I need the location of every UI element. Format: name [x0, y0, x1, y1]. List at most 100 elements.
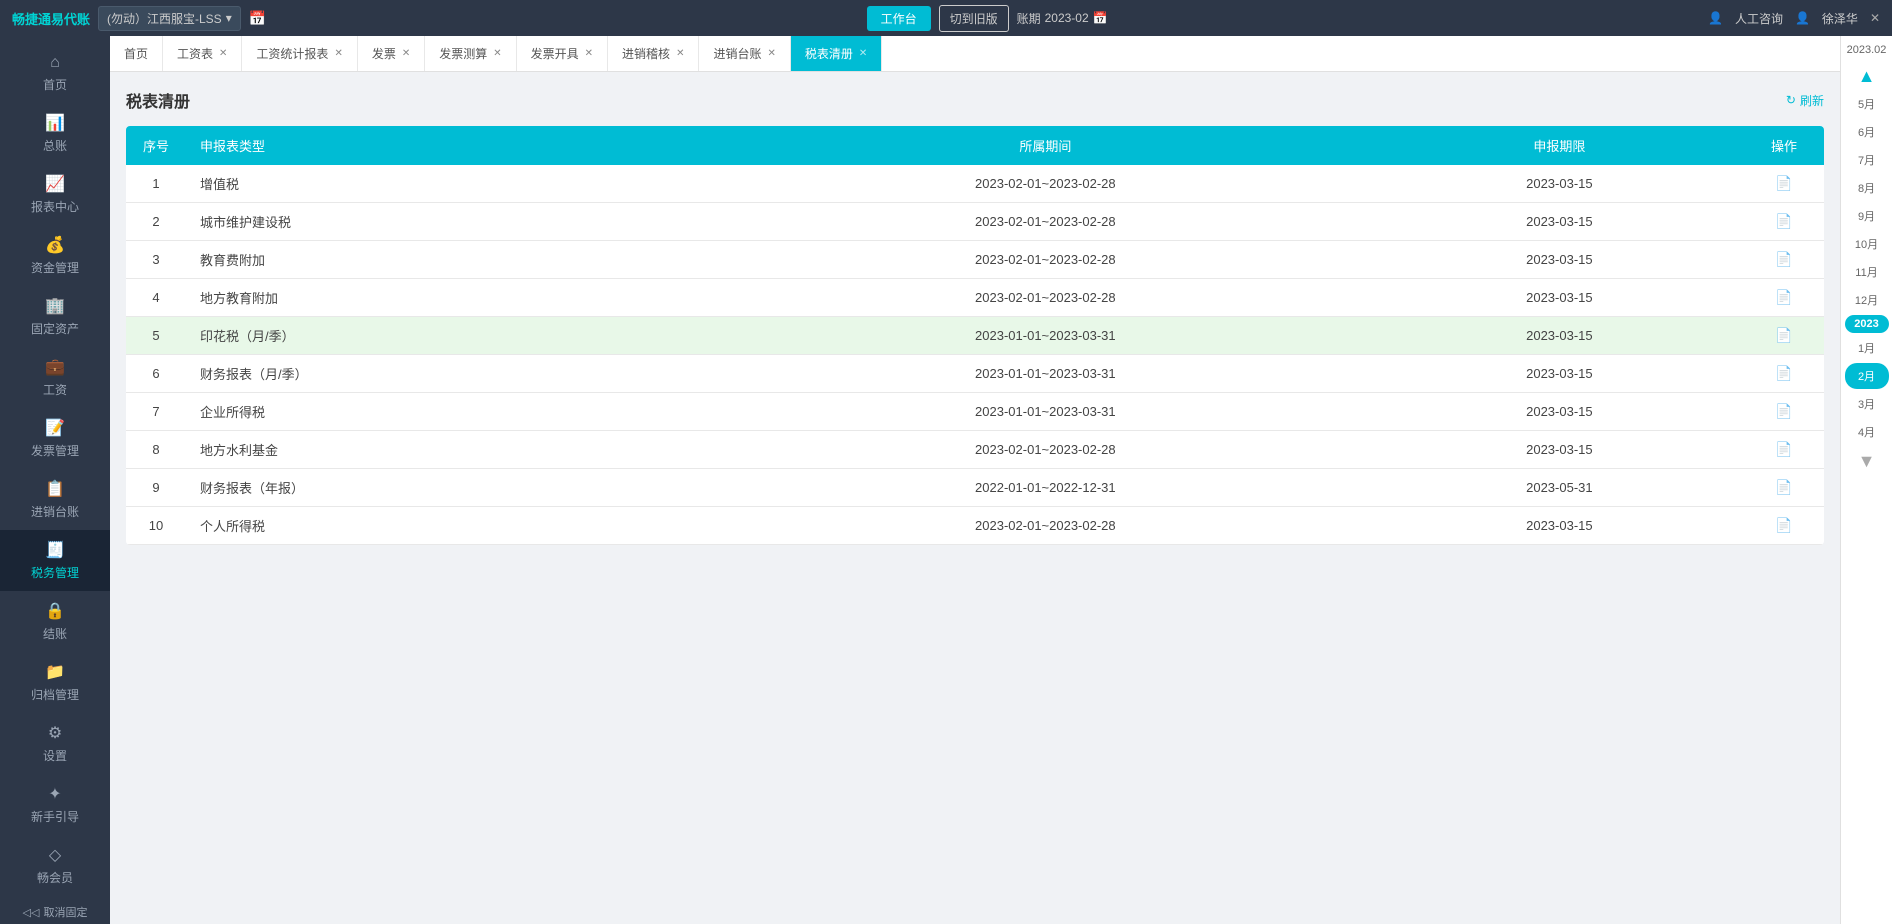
action-icon[interactable]: 📄 — [1775, 175, 1792, 191]
cell-action: 📄 — [1744, 431, 1824, 469]
sidebar-item-vip[interactable]: ◇ 畅会员 — [0, 835, 110, 896]
tab-salary-report-label: 工资统计报表 — [256, 45, 328, 62]
scroll-up-button[interactable]: ▲ — [1858, 66, 1876, 87]
timeline-month[interactable]: 1月 — [1845, 335, 1889, 361]
sidebar-item-archive[interactable]: 📁 归档管理 — [0, 652, 110, 713]
timeline-month[interactable]: 12月 — [1845, 287, 1889, 313]
sidebar-item-reconcile[interactable]: 📋 进销台账 — [0, 469, 110, 530]
sidebar-item-invoice[interactable]: 📝 发票管理 — [0, 408, 110, 469]
tab-invoice-calc-close[interactable]: ✕ — [493, 48, 501, 59]
sidebar-item-guide[interactable]: ✦ 新手引导 — [0, 774, 110, 835]
action-icon[interactable]: 📄 — [1775, 365, 1792, 381]
timeline-month[interactable]: 5月 — [1845, 91, 1889, 117]
tab-invoice-calc[interactable]: 发票测算 ✕ — [425, 36, 516, 71]
table-row: 9 财务报表（年报） 2022-01-01~2022-12-31 2023-05… — [126, 469, 1824, 507]
sidebar-item-settings[interactable]: ⚙ 设置 — [0, 713, 110, 774]
tab-home[interactable]: 首页 — [110, 36, 163, 71]
tab-purchase-review[interactable]: 进销稽核 ✕ — [608, 36, 699, 71]
sidebar-item-assets[interactable]: 🏢 固定资产 — [0, 286, 110, 347]
tab-purchase-review-close[interactable]: ✕ — [676, 48, 684, 59]
window-close-icon[interactable]: ✕ — [1870, 11, 1880, 25]
cancel-fixed-button[interactable]: ◁◁ 取消固定 — [23, 896, 88, 924]
tab-invoice-open[interactable]: 发票开具 ✕ — [517, 36, 608, 71]
timeline-month[interactable]: 8月 — [1845, 175, 1889, 201]
tab-invoice[interactable]: 发票 ✕ — [358, 36, 425, 71]
tab-salary-report[interactable]: 工资统计报表 ✕ — [242, 36, 357, 71]
action-icon[interactable]: 📄 — [1775, 213, 1792, 229]
tab-tax-clear[interactable]: 税表清册 ✕ — [791, 36, 882, 71]
timeline-month[interactable]: 10月 — [1845, 231, 1889, 257]
action-icon[interactable]: 📄 — [1775, 517, 1792, 533]
sidebar-item-report[interactable]: 📈 报表中心 — [0, 164, 110, 225]
tab-salary[interactable]: 工资表 ✕ — [163, 36, 242, 71]
action-icon[interactable]: 📄 — [1775, 327, 1792, 343]
timeline-month[interactable]: 6月 — [1845, 119, 1889, 145]
scroll-down-button[interactable]: ▼ — [1858, 451, 1876, 472]
vip-icon: ◇ — [49, 845, 61, 865]
col-header-deadline: 申报期限 — [1375, 126, 1744, 165]
tab-invoice-open-label: 发票开具 — [531, 45, 579, 62]
refresh-button[interactable]: ↻ 刷新 — [1786, 92, 1824, 109]
table-row: 8 地方水利基金 2023-02-01~2023-02-28 2023-03-1… — [126, 431, 1824, 469]
cell-action: 📄 — [1744, 317, 1824, 355]
support-button[interactable]: 人工咨询 — [1735, 10, 1783, 27]
sidebar-label-tax: 税务管理 — [31, 564, 79, 581]
cell-no: 4 — [126, 279, 186, 317]
timeline-year[interactable]: 2023 — [1845, 315, 1889, 333]
tab-invoice-label: 发票 — [372, 45, 396, 62]
sidebar-bottom: ◁◁ 取消固定 — [23, 896, 88, 924]
cell-period: 2023-02-01~2023-02-28 — [716, 507, 1375, 545]
sidebar-label-invoice: 发票管理 — [31, 442, 79, 459]
timeline-month[interactable]: 9月 — [1845, 203, 1889, 229]
cell-deadline: 2023-03-15 — [1375, 165, 1744, 203]
tab-purchase-ledger-close[interactable]: ✕ — [767, 48, 775, 59]
timeline-month-active[interactable]: 2月 — [1845, 363, 1889, 389]
tax-icon: 🧾 — [45, 540, 65, 560]
action-icon[interactable]: 📄 — [1775, 251, 1792, 267]
cell-no: 3 — [126, 241, 186, 279]
tab-invoice-open-close[interactable]: ✕ — [585, 48, 593, 59]
sidebar-item-tax[interactable]: 🧾 税务管理 — [0, 530, 110, 591]
cell-action: 📄 — [1744, 279, 1824, 317]
timeline-month[interactable]: 11月 — [1845, 259, 1889, 285]
guide-icon: ✦ — [48, 784, 61, 804]
table-row: 5 印花税（月/季） 2023-01-01~2023-03-31 2023-03… — [126, 317, 1824, 355]
action-icon[interactable]: 📄 — [1775, 289, 1792, 305]
cell-action: 📄 — [1744, 165, 1824, 203]
table-row: 6 财务报表（月/季） 2023-01-01~2023-03-31 2023-0… — [126, 355, 1824, 393]
sidebar-label-home: 首页 — [43, 76, 67, 93]
sidebar-item-fund[interactable]: 💰 资金管理 — [0, 225, 110, 286]
sidebar-label-reconcile: 进销台账 — [31, 503, 79, 520]
action-icon[interactable]: 📄 — [1775, 441, 1792, 457]
timeline-month[interactable]: 4月 — [1845, 419, 1889, 445]
archive-icon: 📁 — [45, 662, 65, 682]
cell-period: 2023-02-01~2023-02-28 — [716, 203, 1375, 241]
cell-type: 个人所得税 — [186, 507, 716, 545]
sidebar-item-ledger[interactable]: 📊 总账 — [0, 103, 110, 164]
timeline-month[interactable]: 3月 — [1845, 391, 1889, 417]
calendar-period-icon: 📅 — [1093, 11, 1108, 25]
col-header-no: 序号 — [126, 126, 186, 165]
action-icon[interactable]: 📄 — [1775, 403, 1792, 419]
support-icon: 👤 — [1708, 11, 1723, 25]
action-icon[interactable]: 📄 — [1775, 479, 1792, 495]
timeline-month[interactable]: 7月 — [1845, 147, 1889, 173]
tab-salary-report-close[interactable]: ✕ — [334, 48, 342, 59]
old-mode-button[interactable]: 切到旧版 — [939, 5, 1009, 32]
main-layout: ⌂ 首页 📊 总账 📈 报表中心 💰 资金管理 🏢 固定资产 💼 工资 📝 发票… — [0, 36, 1892, 924]
tab-tax-clear-close[interactable]: ✕ — [859, 48, 867, 59]
tab-invoice-close[interactable]: ✕ — [402, 48, 410, 59]
sidebar-item-salary[interactable]: 💼 工资 — [0, 347, 110, 408]
sidebar-item-closing[interactable]: 🔒 结账 — [0, 591, 110, 652]
main-content: 税表清册 ↻ 刷新 序号 申报表类型 所属期间 申报期限 操作 — [110, 72, 1840, 924]
sidebar-label-fund: 资金管理 — [31, 259, 79, 276]
workspace-button[interactable]: 工作台 — [867, 6, 931, 31]
sidebar-item-home[interactable]: ⌂ 首页 — [0, 44, 110, 103]
cell-type: 企业所得税 — [186, 393, 716, 431]
tab-salary-close[interactable]: ✕ — [219, 48, 227, 59]
period-value: 2023-02 — [1045, 11, 1089, 25]
cell-type: 地方水利基金 — [186, 431, 716, 469]
company-selector[interactable]: (勿动）江西服宝-LSS ▾ — [98, 6, 241, 31]
tab-purchase-ledger[interactable]: 进销台账 ✕ — [699, 36, 790, 71]
tab-tax-clear-label: 税表清册 — [805, 45, 853, 62]
